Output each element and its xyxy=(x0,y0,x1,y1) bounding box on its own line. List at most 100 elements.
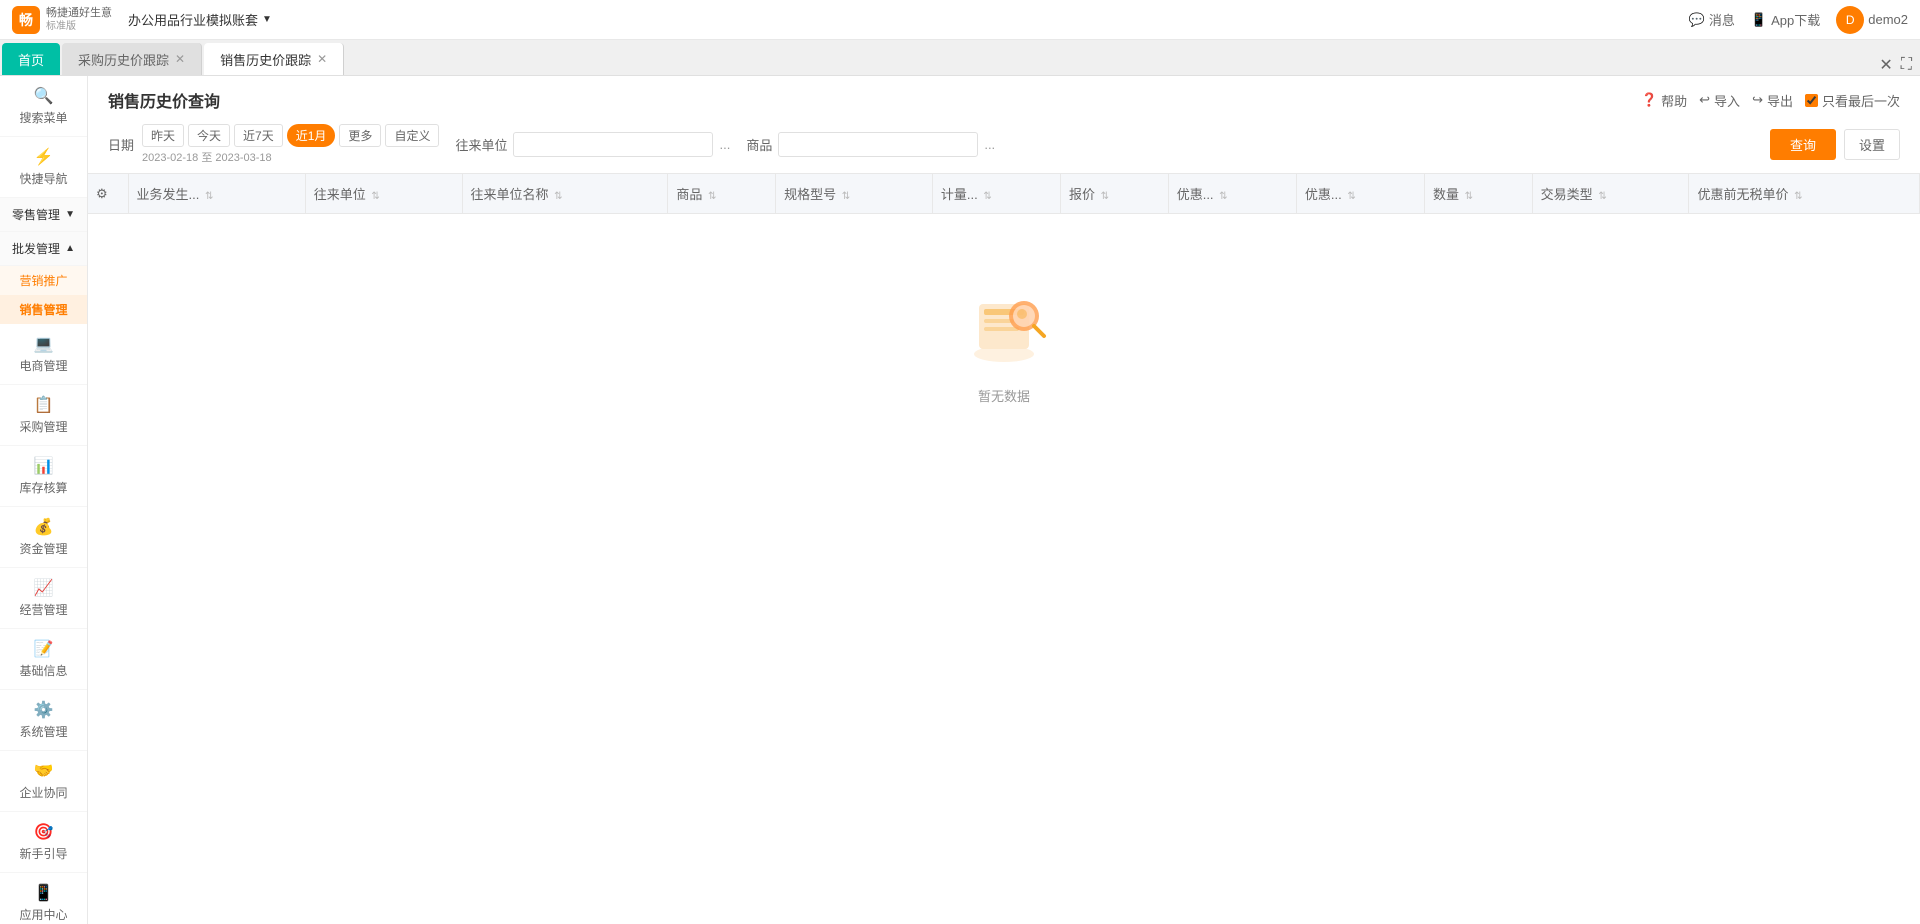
sidebar-item-search-menu[interactable]: 🔍 搜索菜单 xyxy=(0,76,87,137)
app-center-icon: 📱 xyxy=(34,883,54,903)
company-selector[interactable]: 办公用品行业模拟账套 ▼ xyxy=(120,6,280,33)
page-actions: ❓ 帮助 ↩ 导入 ↪ 导出 只看最后一次 xyxy=(1641,91,1900,110)
empty-state: 暂无数据 xyxy=(88,214,1920,465)
col-partner-code[interactable]: 往来单位 ⇅ xyxy=(305,174,462,214)
import-icon: ↩ xyxy=(1699,92,1710,108)
search-icon: 🔍 xyxy=(34,86,54,106)
tab-close-all-button[interactable]: ✕ xyxy=(1879,55,1892,75)
sidebar-item-inventory-label: 库存核算 xyxy=(19,479,67,496)
col-biz-date[interactable]: 业务发生... ⇅ xyxy=(128,174,305,214)
sidebar-item-marketing-label: 营销推广 xyxy=(19,274,67,288)
download-icon: 📱 xyxy=(1751,12,1767,28)
only-last-label: 只看最后一次 xyxy=(1822,91,1900,110)
help-button[interactable]: ❓ 帮助 xyxy=(1641,91,1687,110)
chevron-up-icon: ▲ xyxy=(65,243,75,254)
export-button[interactable]: ↪ 导出 xyxy=(1752,91,1793,110)
date-buttons: 昨天 今天 近7天 近1月 更多 自定义 xyxy=(142,124,439,147)
date-btn-more[interactable]: 更多 xyxy=(339,124,381,147)
sidebar-item-system-mgmt[interactable]: ⚙️ 系统管理 xyxy=(0,690,87,751)
tab-home[interactable]: 首页 xyxy=(2,43,60,75)
app-download-button[interactable]: 📱 App下载 xyxy=(1751,10,1820,29)
col-trade-type[interactable]: 交易类型 ⇅ xyxy=(1532,174,1689,214)
sidebar-item-operations[interactable]: 📈 经营管理 xyxy=(0,568,87,629)
col-goods[interactable]: 商品 ⇅ xyxy=(668,174,776,214)
sidebar-item-retail-mgmt[interactable]: 零售管理 ▼ xyxy=(0,198,87,232)
tab-purchase-history-close[interactable]: ✕ xyxy=(175,52,185,66)
operations-icon: 📈 xyxy=(34,578,54,598)
page-title-row: 销售历史价查询 ❓ 帮助 ↩ 导入 ↪ 导出 xyxy=(108,88,1900,112)
tab-sales-history[interactable]: 销售历史价跟踪 ✕ xyxy=(204,43,344,75)
only-last-checkbox-group: 只看最后一次 xyxy=(1805,91,1900,110)
export-icon: ↪ xyxy=(1752,92,1763,108)
page-title: 销售历史价查询 xyxy=(108,88,220,112)
sidebar-item-basic-info[interactable]: 📝 基础信息 xyxy=(0,629,87,690)
content-area: 销售历史价查询 ❓ 帮助 ↩ 导入 ↪ 导出 xyxy=(88,76,1920,924)
sidebar-item-sales-mgmt[interactable]: 销售管理 xyxy=(0,295,87,324)
sidebar-item-purchase[interactable]: 📋 采购管理 xyxy=(0,385,87,446)
ecommerce-icon: 💻 xyxy=(34,334,54,354)
logo-area: 畅 畅捷通好生意 标准版 xyxy=(12,6,112,34)
sidebar-item-app-center[interactable]: 📱 应用中心 xyxy=(0,873,87,924)
filter-actions: 查询 设置 xyxy=(1770,129,1900,160)
sidebar-item-quick-nav-label: 快捷导航 xyxy=(19,170,67,187)
table-header: ⚙ 业务发生... ⇅ 往来单位 ⇅ 往来单位名称 ⇅ xyxy=(88,174,1920,214)
sort-arrows-trade-type: ⇅ xyxy=(1598,191,1606,202)
col-discount1[interactable]: 优惠... ⇅ xyxy=(1168,174,1296,214)
import-button[interactable]: ↩ 导入 xyxy=(1699,91,1740,110)
col-settings[interactable]: ⚙ xyxy=(88,174,128,214)
tab-sales-history-close[interactable]: ✕ xyxy=(317,52,327,66)
goods-input[interactable] xyxy=(778,132,978,157)
partner-input[interactable] xyxy=(513,132,713,157)
tab-bar: 首页 采购历史价跟踪 ✕ 销售历史价跟踪 ✕ ✕ ⛶ xyxy=(0,40,1920,76)
header-right: 💬 消息 📱 App下载 D demo2 xyxy=(1689,6,1908,34)
goods-filter-group: 商品 ... xyxy=(746,132,995,157)
avatar: D xyxy=(1836,6,1864,34)
quick-nav-icon: ⚡ xyxy=(34,147,54,167)
top-header: 畅 畅捷通好生意 标准版 办公用品行业模拟账套 ▼ 💬 消息 📱 App下载 D… xyxy=(0,0,1920,40)
date-btn-today[interactable]: 今天 xyxy=(188,124,230,147)
col-quoted-price[interactable]: 报价 ⇅ xyxy=(1061,174,1169,214)
only-last-checkbox[interactable] xyxy=(1805,94,1818,107)
sidebar-item-newbie-guide-label: 新手引导 xyxy=(19,845,67,862)
col-quantity[interactable]: 数量 ⇅ xyxy=(1424,174,1532,214)
goods-dots-button[interactable]: ... xyxy=(984,137,995,152)
sidebar: 🔍 搜索菜单 ⚡ 快捷导航 零售管理 ▼ 批发管理 ▲ 营销推广 销售管理 💻 … xyxy=(0,76,88,924)
date-btn-yesterday[interactable]: 昨天 xyxy=(142,124,184,147)
message-button[interactable]: 💬 消息 xyxy=(1689,10,1735,29)
message-icon: 💬 xyxy=(1689,12,1705,28)
date-btn-custom[interactable]: 自定义 xyxy=(385,124,439,147)
sidebar-item-finance[interactable]: 💰 资金管理 xyxy=(0,507,87,568)
date-range-display: 2023-02-18 至 2023-03-18 xyxy=(142,149,439,165)
settings-button[interactable]: 设置 xyxy=(1844,129,1900,160)
sidebar-item-marketing[interactable]: 营销推广 xyxy=(0,266,87,295)
tab-bar-actions: ✕ ⛶ xyxy=(1879,55,1920,75)
user-profile[interactable]: D demo2 xyxy=(1836,6,1908,34)
sidebar-item-ecommerce[interactable]: 💻 电商管理 xyxy=(0,324,87,385)
col-partner-name[interactable]: 往来单位名称 ⇅ xyxy=(462,174,668,214)
sidebar-item-quick-nav[interactable]: ⚡ 快捷导航 xyxy=(0,137,87,198)
app-name: 畅捷通好生意 标准版 xyxy=(46,6,112,33)
finance-icon: 💰 xyxy=(34,517,54,537)
sort-arrows-discount1: ⇅ xyxy=(1219,191,1227,202)
date-btn-7days[interactable]: 近7天 xyxy=(234,124,283,147)
gear-icon: ⚙ xyxy=(96,186,108,201)
col-pretax-price[interactable]: 优惠前无税单价 ⇅ xyxy=(1689,174,1920,214)
sidebar-item-retail-mgmt-label: 零售管理 xyxy=(12,206,60,223)
sidebar-item-inventory[interactable]: 📊 库存核算 xyxy=(0,446,87,507)
col-unit[interactable]: 计量... ⇅ xyxy=(932,174,1060,214)
query-button[interactable]: 查询 xyxy=(1770,129,1836,160)
sidebar-item-operations-label: 经营管理 xyxy=(19,601,67,618)
sidebar-item-search-menu-label: 搜索菜单 xyxy=(19,109,67,126)
col-spec[interactable]: 规格型号 ⇅ xyxy=(776,174,933,214)
sidebar-item-wholesale-mgmt[interactable]: 批发管理 ▲ xyxy=(0,232,87,266)
tab-maximize-button[interactable]: ⛶ xyxy=(1901,56,1912,74)
date-btn-1month[interactable]: 近1月 xyxy=(287,124,336,147)
empty-text: 暂无数据 xyxy=(978,386,1030,405)
sidebar-item-newbie-guide[interactable]: 🎯 新手引导 xyxy=(0,812,87,873)
sidebar-item-enterprise-coop[interactable]: 🤝 企业协同 xyxy=(0,751,87,812)
table-container: ⚙ 业务发生... ⇅ 往来单位 ⇅ 往来单位名称 ⇅ xyxy=(88,174,1920,924)
col-discount2[interactable]: 优惠... ⇅ xyxy=(1296,174,1424,214)
tab-purchase-history[interactable]: 采购历史价跟踪 ✕ xyxy=(62,43,202,75)
sort-arrows-goods: ⇅ xyxy=(708,191,716,202)
partner-dots-button[interactable]: ... xyxy=(719,137,730,152)
